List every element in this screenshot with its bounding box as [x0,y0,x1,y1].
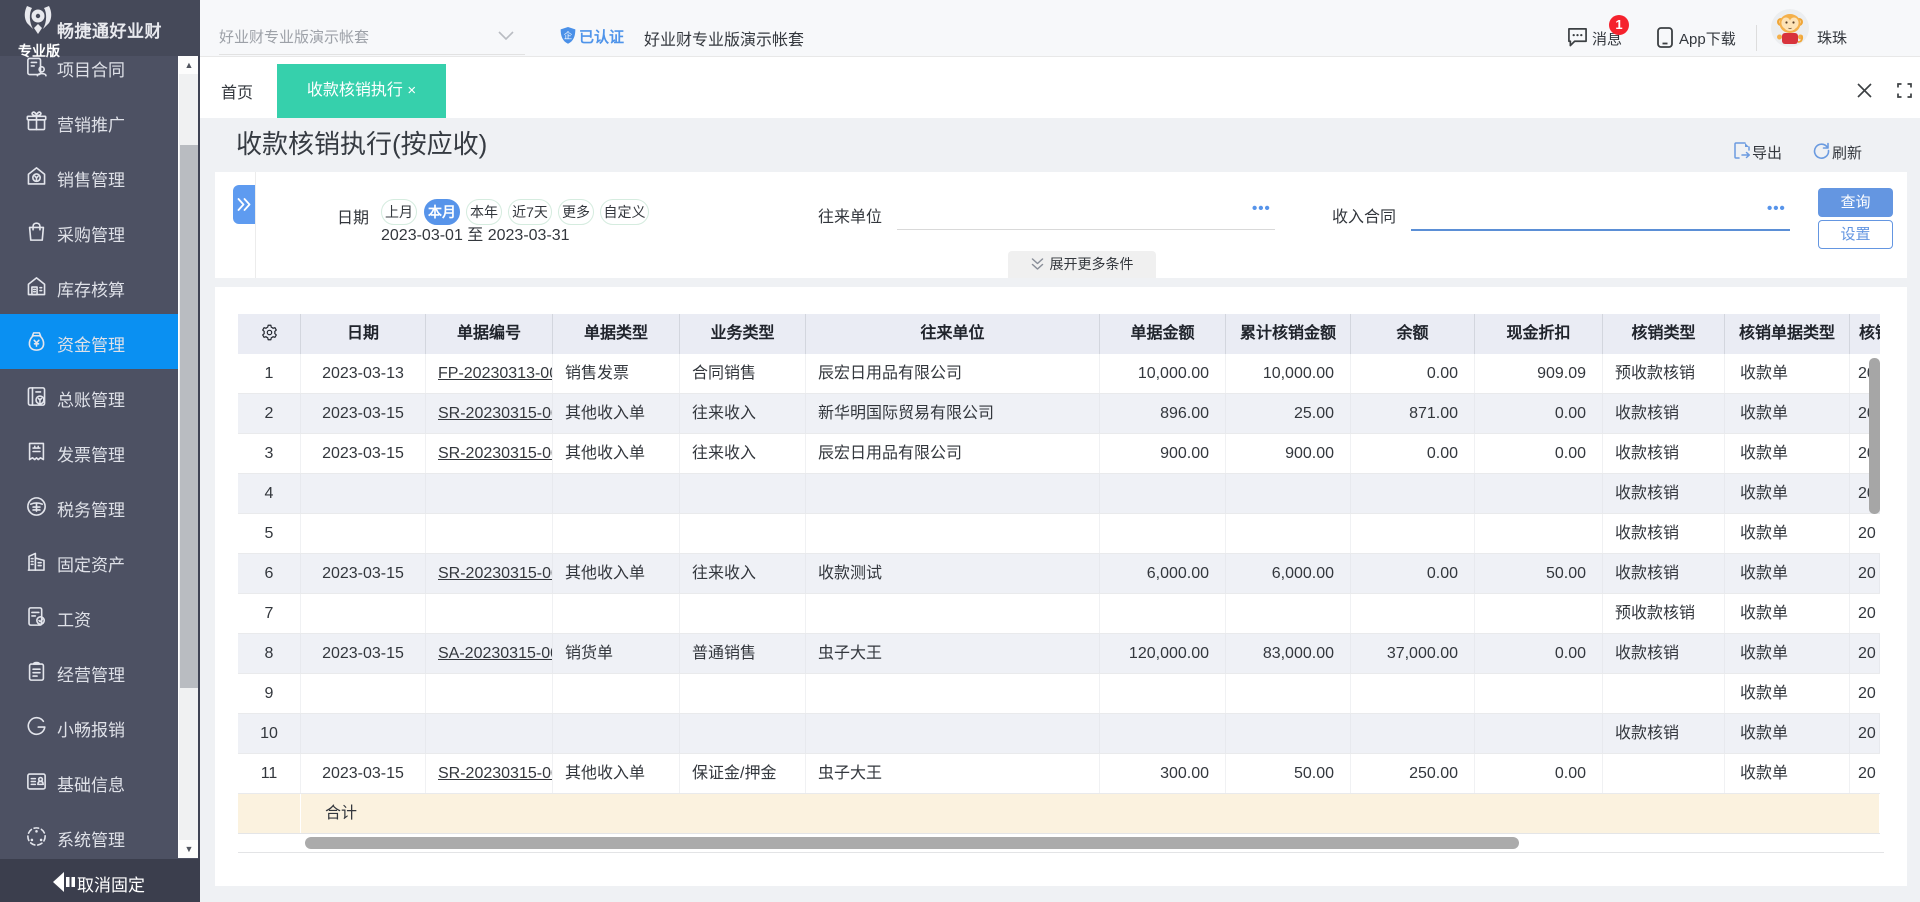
svg-text:企: 企 [564,30,573,40]
